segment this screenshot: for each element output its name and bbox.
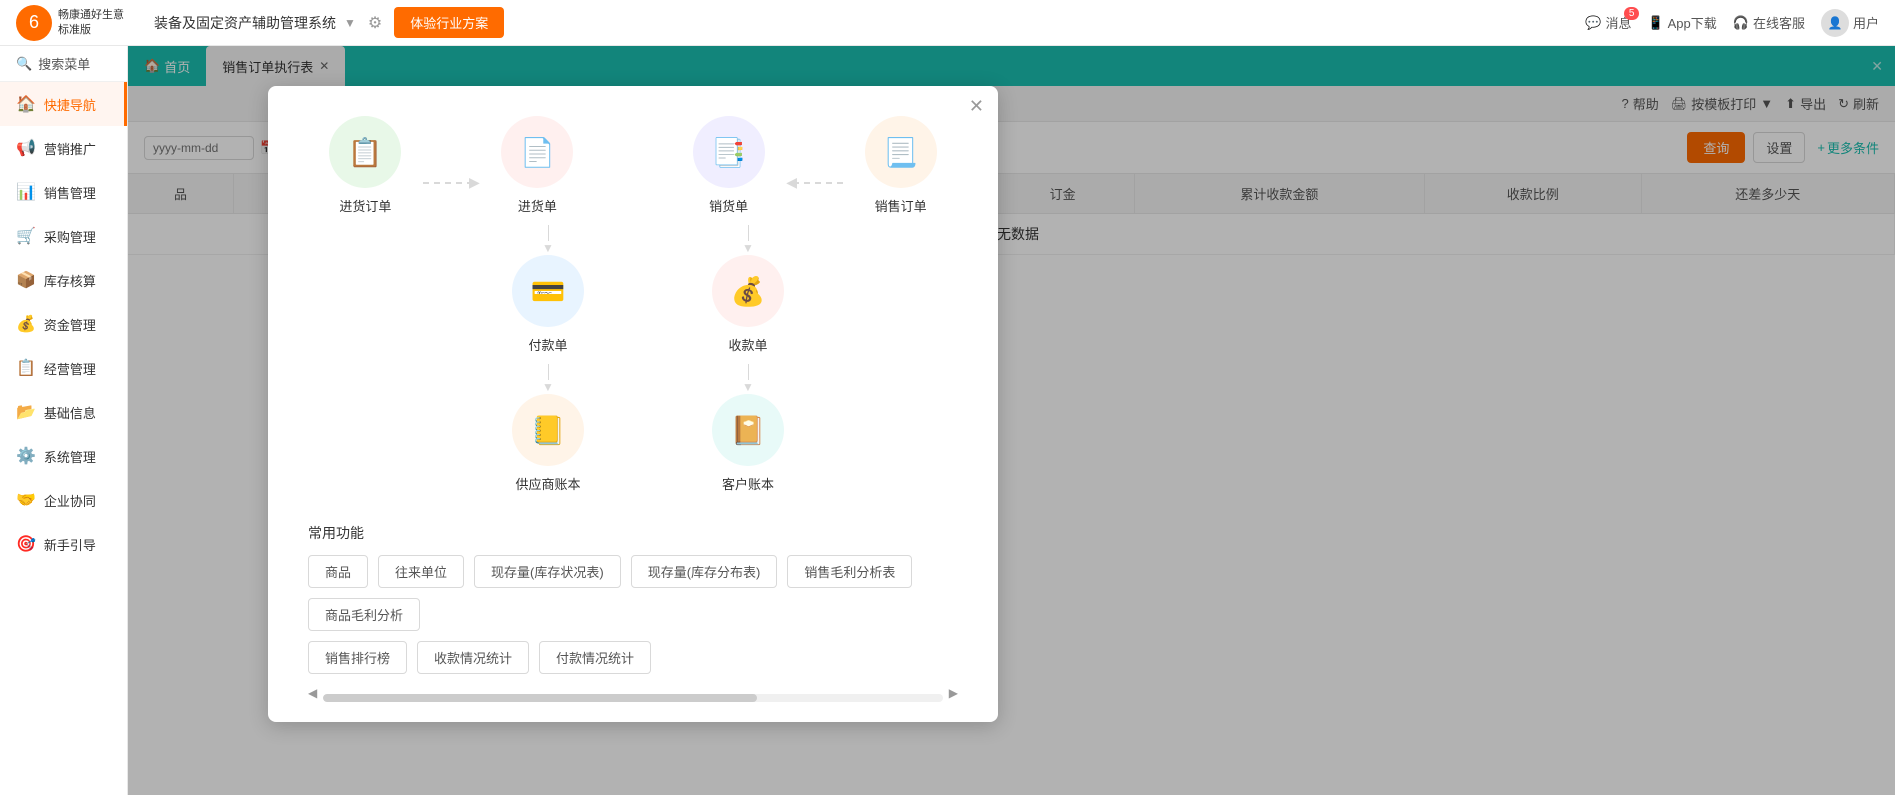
- nav-icon-3: 🛒: [16, 226, 36, 246]
- supplier-account-icon: 📒: [512, 394, 584, 466]
- common-functions-section: 常用功能 商品往来单位现存量(库存状况表)现存量(库存分布表)销售毛利分析表商品…: [308, 523, 958, 674]
- func-btn-现存量(库存状况表)[interactable]: 现存量(库存状况表): [474, 555, 621, 588]
- sidebar-item-label: 企业协同: [44, 491, 96, 510]
- payment-bill-icon: 💳: [512, 255, 584, 327]
- sidebar-item-基础信息[interactable]: 📂 基础信息: [0, 390, 127, 434]
- flow-node-sale-order: 📃 销售订单: [843, 116, 958, 215]
- modal-overlay[interactable]: ✕ 📋 进货订单: [128, 46, 1895, 795]
- sidebar-item-label: 系统管理: [44, 447, 96, 466]
- func-buttons-row1: 商品往来单位现存量(库存状况表) 现存量(库存分布表) 销售毛利分析表商品毛利分析: [308, 555, 958, 631]
- sidebar-item-企业协同[interactable]: 🤝 企业协同: [0, 478, 127, 522]
- sidebar-item-label: 采购管理: [44, 227, 96, 246]
- func-btn-销售排行榜[interactable]: 销售排行榜: [308, 641, 407, 674]
- func-btn-现存量(库存分布表)[interactable]: 现存量(库存分布表): [631, 555, 778, 588]
- nav-icon-2: 📊: [16, 182, 36, 202]
- service-icon: 🎧: [1733, 15, 1749, 31]
- sidebar-item-label: 快捷导航: [44, 95, 96, 114]
- nav-icon-6: 📋: [16, 358, 36, 378]
- flow-node-customer-account: 📔 客户账本: [688, 394, 808, 493]
- nav-icon-1: 📢: [16, 138, 36, 158]
- func-btn-收款情况统计[interactable]: 收款情况统计: [417, 641, 529, 674]
- scroll-left-arrow[interactable]: ◀: [308, 686, 317, 700]
- sidebar-item-采购管理[interactable]: 🛒 采购管理: [0, 214, 127, 258]
- sidebar-item-快捷导航[interactable]: 🏠 快捷导航: [0, 82, 127, 126]
- sidebar-item-营销推广[interactable]: 📢 营销推广: [0, 126, 127, 170]
- purchase-bill-icon: 📄: [501, 116, 573, 188]
- nav-icon-0: 🏠: [16, 94, 36, 114]
- settings-icon[interactable]: ⚙: [368, 13, 382, 33]
- nav-icon-4: 📦: [16, 270, 36, 290]
- flow-node-receipt-bill: 💰 收款单: [688, 255, 808, 354]
- func-btn-付款情况统计[interactable]: 付款情况统计: [539, 641, 651, 674]
- sidebar-item-label: 资金管理: [44, 315, 96, 334]
- download-icon: 📱: [1647, 15, 1663, 31]
- system-title: 装备及固定资产辅助管理系统: [154, 13, 336, 33]
- avatar: 👤: [1821, 9, 1849, 37]
- func-btn-销售毛利分析表[interactable]: 销售毛利分析表: [787, 555, 912, 588]
- flow-node-purchase-order: 📋 进货订单: [308, 116, 423, 215]
- flow-node-supplier-account: 📒 供应商账本: [488, 394, 608, 493]
- sidebar-item-库存核算[interactable]: 📦 库存核算: [0, 258, 127, 302]
- sidebar-item-label: 营销推广: [44, 139, 96, 158]
- search-icon: 🔍: [16, 56, 32, 72]
- sidebar-item-label: 库存核算: [44, 271, 96, 290]
- sidebar-item-经营管理[interactable]: 📋 经营管理: [0, 346, 127, 390]
- sidebar-item-系统管理[interactable]: ⚙️ 系统管理: [0, 434, 127, 478]
- workflow-modal: ✕ 📋 进货订单: [268, 86, 998, 722]
- sidebar-item-label: 新手引导: [44, 535, 96, 554]
- try-button[interactable]: 体验行业方案: [394, 7, 504, 38]
- sidebar-item-label: 销售管理: [44, 183, 96, 202]
- message-icon: 💬: [1585, 15, 1601, 31]
- receipt-bill-icon: 💰: [712, 255, 784, 327]
- sidebar-search[interactable]: 🔍 搜索菜单: [0, 46, 127, 82]
- sidebar-item-销售管理[interactable]: 📊 销售管理: [0, 170, 127, 214]
- logo-text: 畅康通好生意 标准版: [58, 8, 124, 37]
- message-badge: 5: [1624, 7, 1640, 20]
- workflow-diagram: 📋 进货订单 ▶: [308, 116, 958, 513]
- customer-account-icon: 📔: [712, 394, 784, 466]
- sale-order-icon: 📃: [865, 116, 937, 188]
- flow-node-payment-bill: 💳 付款单: [488, 255, 608, 354]
- nav-icon-7: 📂: [16, 402, 36, 422]
- func-btn-往来单位[interactable]: 往来单位: [378, 555, 464, 588]
- user-menu[interactable]: 👤 用户: [1821, 9, 1879, 37]
- nav-icon-5: 💰: [16, 314, 36, 334]
- message-button[interactable]: 💬 消息 5: [1585, 13, 1631, 32]
- sidebar-item-label: 经营管理: [44, 359, 96, 378]
- scroll-thumb[interactable]: [323, 694, 757, 702]
- system-title-dropdown[interactable]: ▼: [344, 16, 356, 30]
- sidebar-item-label: 基础信息: [44, 403, 96, 422]
- func-btn-商品毛利分析[interactable]: 商品毛利分析: [308, 598, 420, 631]
- common-functions-title: 常用功能: [308, 523, 958, 543]
- func-btn-商品[interactable]: 商品: [308, 555, 368, 588]
- online-service-button[interactable]: 🎧 在线客服: [1733, 13, 1805, 32]
- nav-icon-10: 🎯: [16, 534, 36, 554]
- flow-node-purchase-bill: 📄 进货单: [480, 116, 595, 215]
- flow-node-sale-bill: 📑 销货单: [671, 116, 786, 215]
- nav-icon-8: ⚙️: [16, 446, 36, 466]
- func-buttons-row2: 销售排行榜收款情况统计付款情况统计: [308, 641, 958, 674]
- nav-icon-9: 🤝: [16, 490, 36, 510]
- sidebar-item-新手引导[interactable]: 🎯 新手引导: [0, 522, 127, 566]
- purchase-order-icon: 📋: [329, 116, 401, 188]
- sale-bill-icon: 📑: [693, 116, 765, 188]
- scroll-right-arrow[interactable]: ▶: [949, 686, 958, 700]
- modal-close-button[interactable]: ✕: [969, 96, 984, 117]
- app-download-button[interactable]: 📱 App下载: [1647, 13, 1716, 32]
- sidebar-item-资金管理[interactable]: 💰 资金管理: [0, 302, 127, 346]
- modal-scrollbar[interactable]: ◀ ▶: [308, 684, 958, 702]
- app-logo-icon: 6: [16, 5, 52, 41]
